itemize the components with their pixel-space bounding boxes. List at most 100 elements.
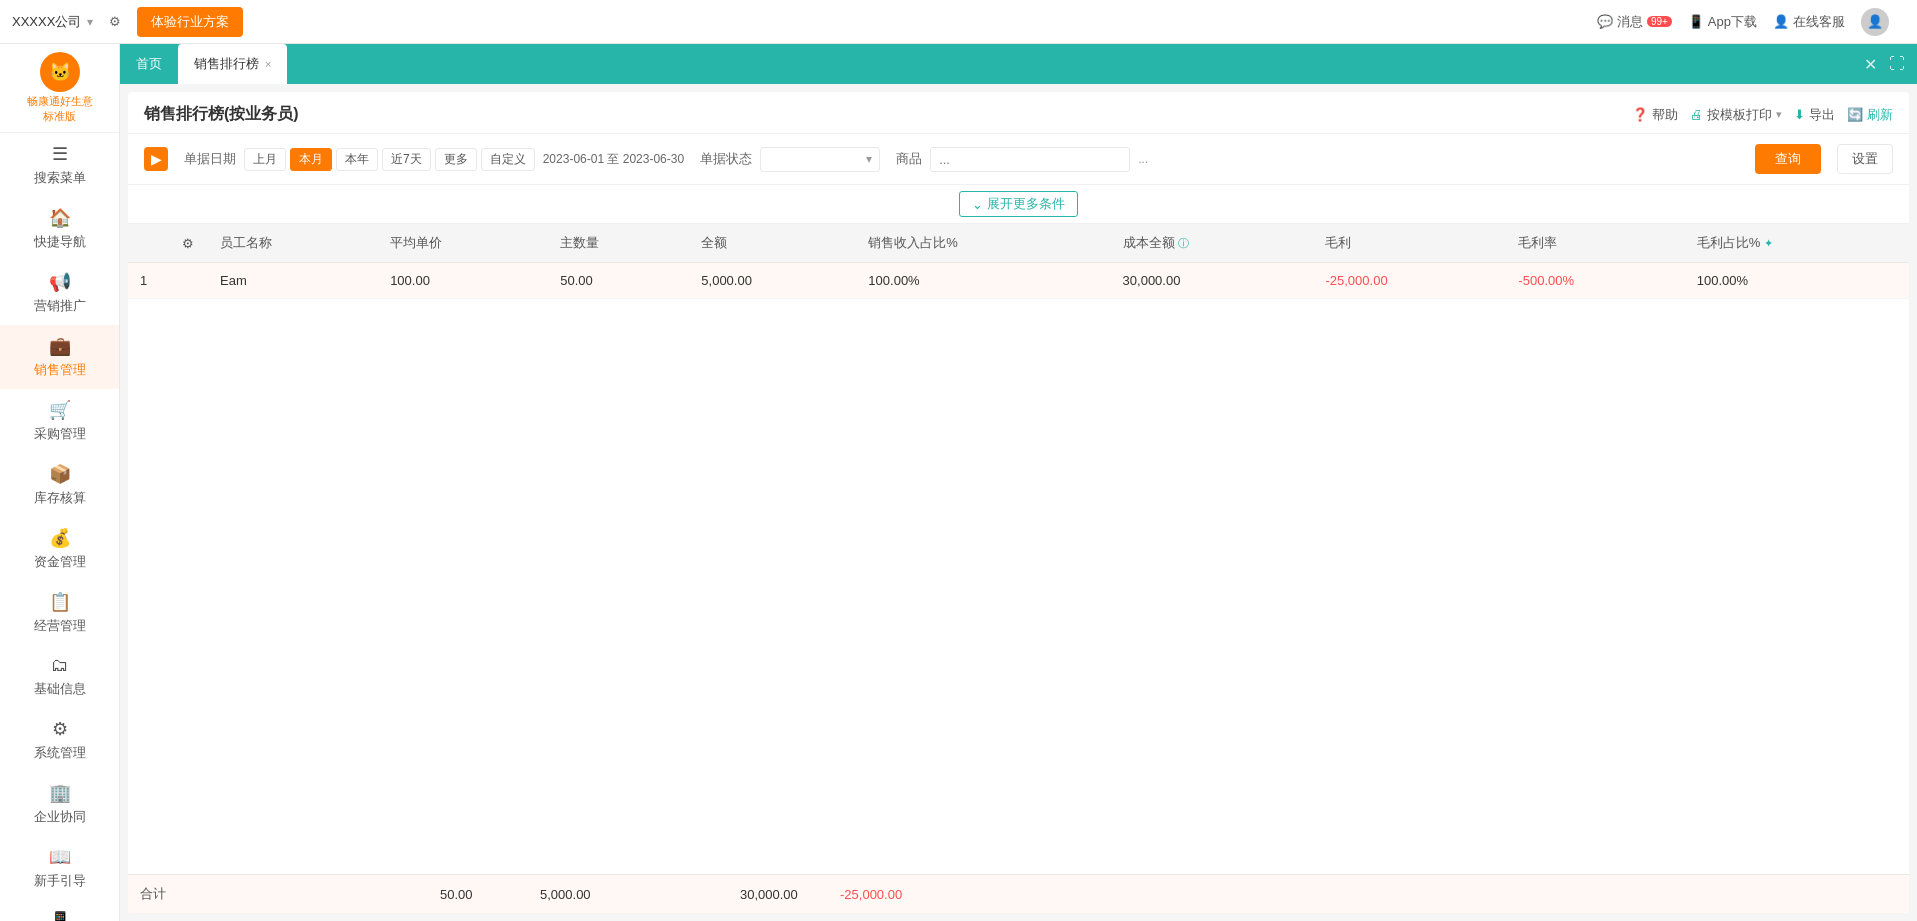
sidebar-item-purchase[interactable]: 🛒 采购管理: [0, 389, 119, 453]
message-icon: 💬: [1597, 14, 1613, 29]
cell-amount: 5,000.00: [689, 263, 856, 299]
online-service-btn[interactable]: 👤 在线客服: [1773, 13, 1845, 31]
window-close-icon[interactable]: ✕: [1864, 55, 1877, 74]
goods-input[interactable]: [930, 147, 1130, 172]
cell-rank: 1: [128, 263, 168, 299]
company-selector[interactable]: XXXXX公司 ▾: [12, 13, 93, 31]
footer-label: 合计: [140, 885, 220, 903]
app-download-btn[interactable]: 📱 App下载: [1688, 13, 1757, 31]
sidebar-item-sales[interactable]: 💼 销售管理: [0, 325, 119, 389]
page-title: 销售排行榜(按业务员): [144, 104, 299, 125]
date-btn-this-year[interactable]: 本年: [336, 148, 378, 171]
cell-employee: Eam: [208, 263, 378, 299]
help-label: 帮助: [1652, 106, 1678, 124]
cell-gross-pct: 100.00%: [1685, 263, 1909, 299]
sidebar-item-app-center[interactable]: 📱 应用中心: [0, 900, 119, 921]
template-print-label: 按模板打印: [1707, 106, 1772, 124]
window-expand-icon[interactable]: ⛶: [1889, 55, 1905, 73]
tab-home[interactable]: 首页: [120, 44, 178, 84]
footer-amount: 5,000.00: [540, 887, 620, 902]
system-icon: ⚙: [52, 718, 68, 740]
col-employee: 员工名称: [208, 224, 378, 263]
sidebar-label-purchase: 采购管理: [34, 425, 86, 443]
avatar[interactable]: 👤: [1861, 8, 1889, 36]
page-actions: ❓ 帮助 🖨 按模板打印 ▾ ⬇ 导出 🔄: [1632, 106, 1893, 124]
cell-settings: [168, 263, 208, 299]
table-row: 1 Eam 100.00 50.00 5,000.00 100.00% 30,0…: [128, 263, 1909, 299]
app-download-label: App下载: [1708, 13, 1757, 31]
sidebar-item-base-info[interactable]: 🗂 基础信息: [0, 645, 119, 708]
tab-bar: 首页 销售排行榜 × ✕ ⛶: [120, 44, 1917, 84]
footer-gross: -25,000.00: [840, 887, 920, 902]
footer-cost: 30,000.00: [740, 887, 820, 902]
query-button[interactable]: 查询: [1755, 144, 1821, 174]
template-print-btn[interactable]: 🖨 按模板打印 ▾: [1690, 106, 1782, 124]
col-avg-price: 平均单价: [378, 224, 548, 263]
settings-icon[interactable]: ⚙: [101, 8, 129, 36]
top-bar: XXXXX公司 ▾ ⚙ 体验行业方案 💬 消息 99+ 📱 App下载 👤 在线…: [0, 0, 1917, 44]
tab-close-icon[interactable]: ×: [265, 58, 271, 70]
sidebar-label-enterprise: 企业协同: [34, 808, 86, 826]
sidebar-item-guide[interactable]: 📖 新手引导: [0, 836, 119, 900]
message-btn[interactable]: 💬 消息 99+: [1597, 13, 1672, 31]
sidebar-item-quick-nav[interactable]: 🏠 快捷导航: [0, 197, 119, 261]
cell-gross-rate: -500.00%: [1506, 263, 1684, 299]
refresh-btn[interactable]: 🔄 刷新: [1847, 106, 1893, 124]
expand-btn[interactable]: ⌄ 展开更多条件: [959, 191, 1078, 217]
col-rank: [128, 224, 168, 263]
help-icon: ❓: [1632, 107, 1648, 122]
sidebar-item-operations[interactable]: 📋 经营管理: [0, 581, 119, 645]
sidebar-item-system[interactable]: ⚙ 系统管理: [0, 708, 119, 772]
sidebar-label-search: 搜索菜单: [34, 169, 86, 187]
company-name: XXXXX公司: [12, 13, 81, 31]
filter-bar: ▶ 单据日期 上月 本月 本年 近7天 更多 自定义 2023-06-01 至 …: [128, 134, 1909, 185]
export-label: 导出: [1809, 106, 1835, 124]
sidebar-item-finance[interactable]: 💰 资金管理: [0, 517, 119, 581]
inner-page: 销售排行榜(按业务员) ❓ 帮助 🖨 按模板打印 ▾ ⬇: [128, 92, 1909, 913]
sidebar-item-enterprise[interactable]: 🏢 企业协同: [0, 772, 119, 836]
cell-sales-pct: 100.00%: [856, 263, 1110, 299]
status-filter-group: 单据状态: [700, 147, 880, 172]
content-area: 首页 销售排行榜 × ✕ ⛶ 销售排行榜(按业务员) ❓: [120, 44, 1917, 921]
sidebar-item-marketing[interactable]: 📢 营销推广: [0, 261, 119, 325]
export-btn[interactable]: ⬇ 导出: [1794, 106, 1835, 124]
enterprise-icon: 🏢: [49, 782, 71, 804]
date-btn-this-month[interactable]: 本月: [290, 148, 332, 171]
status-select[interactable]: [760, 147, 880, 172]
date-btn-custom[interactable]: 自定义: [481, 148, 535, 171]
inventory-icon: 📦: [49, 463, 71, 485]
chevron-down-icon: ▾: [87, 15, 93, 29]
sidebar-label-base: 基础信息: [34, 680, 86, 698]
status-filter-label: 单据状态: [700, 150, 752, 168]
settings-button[interactable]: 设置: [1837, 144, 1893, 174]
sidebar: 🐱 畅康通好生意标准版 ☰ 搜索菜单 🏠 快捷导航 📢 营销推广 💼 销售管理 …: [0, 44, 120, 921]
cell-cost: 30,000.00: [1111, 263, 1314, 299]
export-icon: ⬇: [1794, 107, 1805, 122]
app-center-icon: 📱: [49, 910, 71, 921]
col-cost: 成本全额 ⓘ: [1111, 224, 1314, 263]
tab-active-label: 销售排行榜: [194, 55, 259, 73]
col-gross: 毛利: [1313, 224, 1506, 263]
date-filter-group: 单据日期 上月 本月 本年 近7天 更多 自定义 2023-06-01 至 20…: [184, 148, 684, 171]
table-container: ⚙ 员工名称 平均单价 主数量 全额 销售收入占比% 成本全额 ⓘ 毛利 毛利率…: [128, 224, 1909, 874]
date-buttons: 上月 本月 本年 近7天 更多 自定义: [244, 148, 535, 171]
col-settings[interactable]: ⚙: [168, 224, 208, 263]
cell-main-qty: 50.00: [548, 263, 689, 299]
sidebar-item-search-orders[interactable]: ☰ 搜索菜单: [0, 133, 119, 197]
trial-button[interactable]: 体验行业方案: [137, 7, 243, 37]
more-fields-link[interactable]: ...: [1138, 152, 1148, 166]
goods-filter-group: 商品 ...: [896, 147, 1739, 172]
date-btn-last-month[interactable]: 上月: [244, 148, 286, 171]
filter-collapse-btn[interactable]: ▶: [144, 147, 168, 171]
marketing-icon: 📢: [49, 271, 71, 293]
app-icon: 📱: [1688, 14, 1704, 29]
help-btn[interactable]: ❓ 帮助: [1632, 106, 1678, 124]
date-btn-7days[interactable]: 近7天: [382, 148, 431, 171]
page-content: 销售排行榜(按业务员) ❓ 帮助 🖨 按模板打印 ▾ ⬇: [120, 84, 1917, 921]
date-btn-more[interactable]: 更多: [435, 148, 477, 171]
sidebar-label-quick: 快捷导航: [34, 233, 86, 251]
tab-sales-ranking[interactable]: 销售排行榜 ×: [178, 44, 287, 84]
sidebar-label-sales: 销售管理: [34, 361, 86, 379]
sidebar-item-inventory[interactable]: 📦 库存核算: [0, 453, 119, 517]
page-header: 销售排行榜(按业务员) ❓ 帮助 🖨 按模板打印 ▾ ⬇: [128, 92, 1909, 134]
